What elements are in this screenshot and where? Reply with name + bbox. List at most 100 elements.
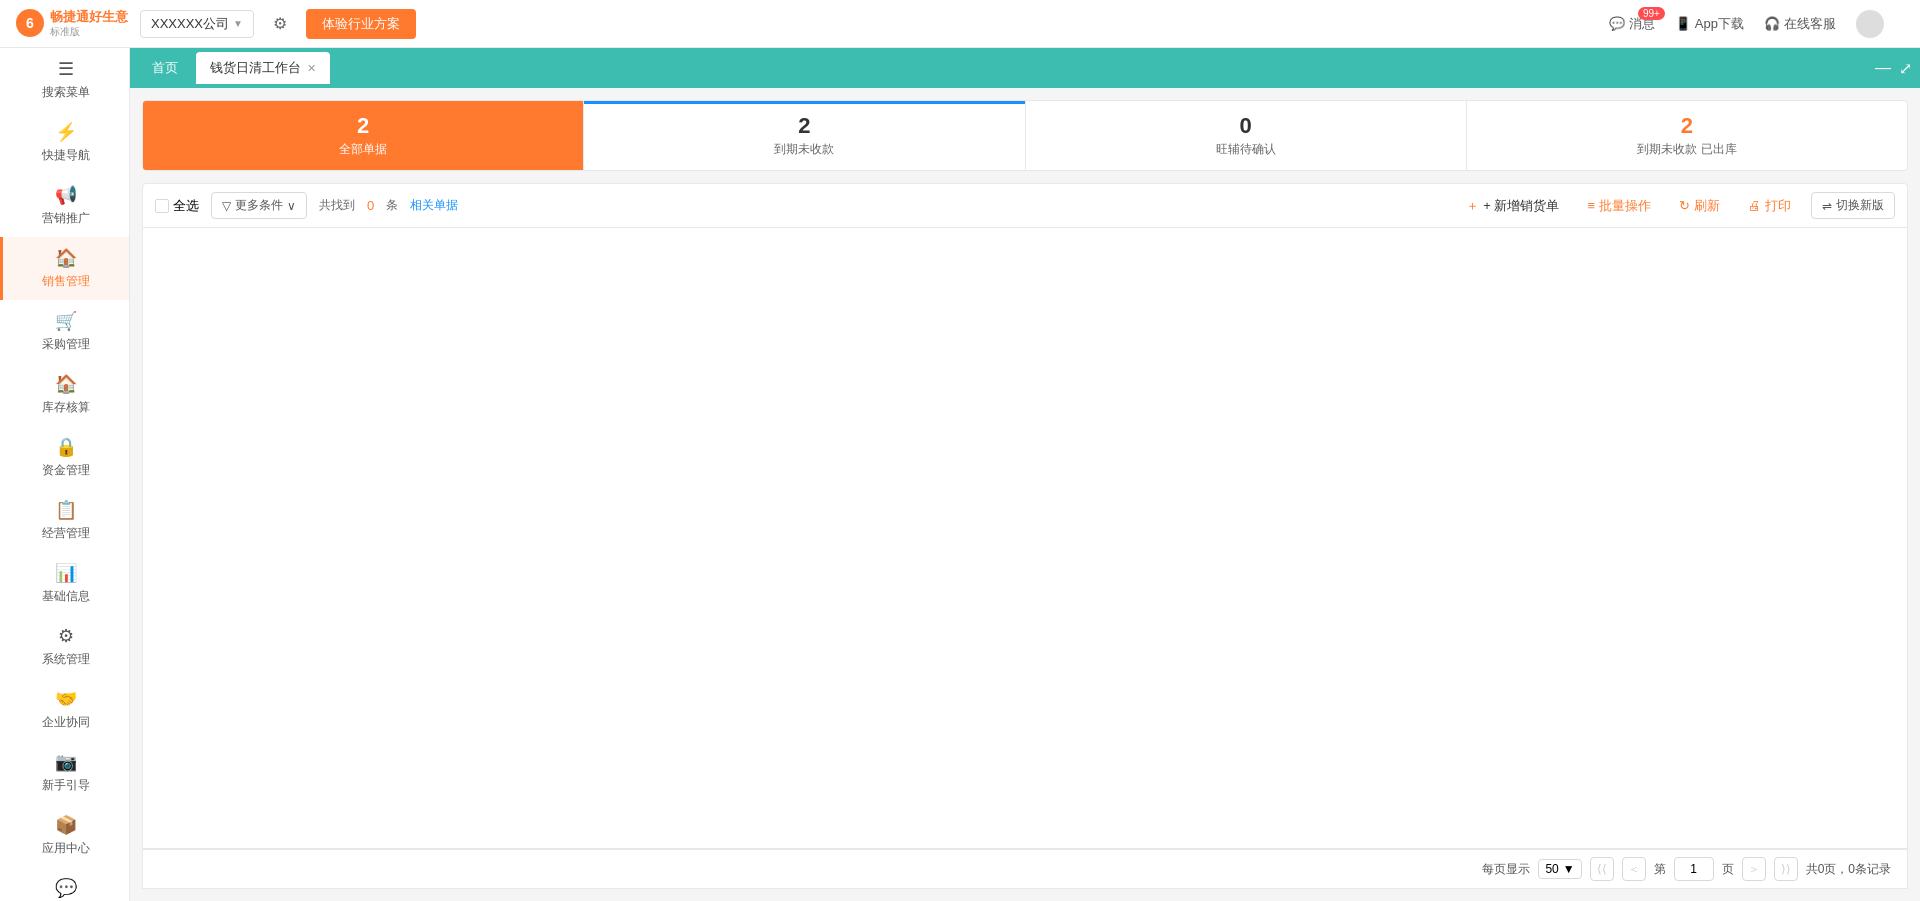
app-download-label: App下载: [1695, 15, 1744, 33]
logo-icon: 6: [16, 9, 44, 37]
sidebar-item-label: 新手引导: [42, 777, 90, 794]
service-icon: 🎧: [1764, 16, 1780, 31]
sidebar-item-label: 基础信息: [42, 588, 90, 605]
sidebar-item-label: 库存核算: [42, 399, 90, 416]
print-label: 打印: [1765, 197, 1791, 215]
page-end-label: 页: [1722, 861, 1734, 878]
summary-card-overdue-unpaid[interactable]: 2 到期未收款: [584, 101, 1025, 170]
switch-icon: ⇌: [1822, 199, 1832, 213]
per-page-chevron-icon: ▼: [1563, 862, 1575, 876]
sidebar-item-quick-nav[interactable]: ⚡ 快捷导航: [0, 111, 129, 174]
toolbar: 全选 ▽ 更多条件 ∨ 共找到 0 条 相关单据 ＋ + 新增销货单: [142, 183, 1908, 228]
sidebar-item-purchase[interactable]: 🛒 采购管理: [0, 300, 129, 363]
sidebar-item-label: 系统管理: [42, 651, 90, 668]
last-page-button[interactable]: ⟩⟩: [1774, 857, 1798, 881]
batch-btn-label: 批量操作: [1599, 197, 1651, 215]
sidebar-item-label: 经营管理: [42, 525, 90, 542]
add-btn-label: + 新增销货单: [1483, 197, 1559, 215]
tab-home[interactable]: 首页: [138, 52, 192, 84]
chevron-down-icon: ▼: [233, 18, 243, 29]
page-number-input[interactable]: [1674, 857, 1714, 881]
page-content: 2 全部单据 2 到期未收款 0 旺辅待确认 2 到期未收款 已出库: [130, 88, 1920, 901]
sidebar-item-inventory[interactable]: 🏠 库存核算: [0, 363, 129, 426]
select-all-label: 全选: [173, 197, 199, 215]
settings-button[interactable]: ⚙: [266, 10, 294, 38]
refresh-button[interactable]: ↻ 刷新: [1671, 193, 1728, 219]
card-label-unshipped: 到期未收款 已出库: [1637, 141, 1736, 158]
header-right: 💬 消息 99+ 📱 App下载 🎧 在线客服: [1609, 10, 1904, 38]
sidebar-item-weixin[interactable]: 💬 企业微信: [0, 867, 129, 901]
sidebar-item-label: 营销推广: [42, 210, 90, 227]
sidebar-item-marketing[interactable]: 📢 营销推广: [0, 174, 129, 237]
app-icon: 📱: [1675, 16, 1691, 31]
top-header: 6 畅捷通好生意 标准版 XXXXXX公司 ▼ ⚙ 体验行业方案 💬 消息 99…: [0, 0, 1920, 48]
batch-operation-button[interactable]: ≡ 批量操作: [1579, 193, 1659, 219]
summary-cards: 2 全部单据 2 到期未收款 0 旺辅待确认 2 到期未收款 已出库: [142, 100, 1908, 171]
switch-version-button[interactable]: ⇌ 切换新版: [1811, 192, 1895, 219]
print-icon: 🖨: [1748, 198, 1761, 213]
tab-bar: 首页 钱货日清工作台 ✕ — ⤢: [130, 48, 1920, 88]
message-badge: 99+: [1638, 7, 1665, 20]
related-records-button[interactable]: 相关单据: [410, 197, 458, 214]
trial-button[interactable]: 体验行业方案: [306, 9, 416, 39]
operations-icon: 📋: [55, 499, 77, 521]
logo-badge: 标准版: [50, 25, 128, 38]
select-all-checkbox[interactable]: 全选: [155, 197, 199, 215]
enterprise-icon: 🤝: [55, 688, 77, 710]
per-page-select[interactable]: 50 ▼: [1538, 859, 1581, 879]
sidebar-item-search-menu[interactable]: ☰ 搜索菜单: [0, 48, 129, 111]
quick-nav-icon: ⚡: [55, 121, 77, 143]
sidebar: ☰ 搜索菜单 ⚡ 快捷导航 📢 营销推广 🏠 销售管理 🛒 采购管理 🏠 库存核…: [0, 48, 130, 901]
header-left: 6 畅捷通好生意 标准版 XXXXXX公司 ▼ ⚙ 体验行业方案: [16, 9, 416, 39]
print-button[interactable]: 🖨 打印: [1740, 193, 1799, 219]
summary-card-all[interactable]: 2 全部单据: [143, 101, 584, 170]
online-service-label: 在线客服: [1784, 15, 1836, 33]
app-download-button[interactable]: 📱 App下载: [1675, 15, 1744, 33]
summary-card-unshipped[interactable]: 2 到期未收款 已出库: [1467, 101, 1907, 170]
sales-icon: 🏠: [55, 247, 77, 269]
sidebar-item-label: 搜索菜单: [42, 84, 90, 101]
inventory-icon: 🏠: [55, 373, 77, 395]
company-selector[interactable]: XXXXXX公司 ▼: [140, 10, 254, 38]
sidebar-item-app-center[interactable]: 📦 应用中心: [0, 804, 129, 867]
card-number-all: 2: [357, 113, 369, 139]
message-button[interactable]: 💬 消息 99+: [1609, 15, 1655, 33]
filter-count-text: 共找到: [319, 197, 355, 214]
next-page-button[interactable]: ＞: [1742, 857, 1766, 881]
table-area: [142, 228, 1908, 849]
tab-home-label: 首页: [152, 59, 178, 77]
more-filter-button[interactable]: ▽ 更多条件 ∨: [211, 192, 307, 219]
add-sales-order-button[interactable]: ＋ + 新增销货单: [1458, 193, 1567, 219]
per-page-value: 50: [1545, 862, 1558, 876]
toolbar-right: ＋ + 新增销货单 ≡ 批量操作 ↻ 刷新 🖨 打印: [1458, 192, 1895, 219]
tab-bar-right: — ⤢: [1875, 59, 1912, 78]
sidebar-item-label: 资金管理: [42, 462, 90, 479]
tab-maximize-button[interactable]: ⤢: [1899, 59, 1912, 78]
sidebar-item-enterprise[interactable]: 🤝 企业协同: [0, 678, 129, 741]
avatar[interactable]: [1856, 10, 1884, 38]
online-service-button[interactable]: 🎧 在线客服: [1764, 15, 1836, 33]
tab-close-icon[interactable]: ✕: [307, 62, 316, 75]
card-label-overdue: 到期未收款: [774, 141, 834, 158]
sidebar-item-sales[interactable]: 🏠 销售管理: [0, 237, 129, 300]
guide-icon: 📷: [55, 751, 77, 773]
weixin-icon: 💬: [55, 877, 77, 899]
sidebar-item-guide[interactable]: 📷 新手引导: [0, 741, 129, 804]
first-page-button[interactable]: ⟨⟨: [1590, 857, 1614, 881]
sidebar-item-basic-info[interactable]: 📊 基础信息: [0, 552, 129, 615]
sidebar-item-operations[interactable]: 📋 经营管理: [0, 489, 129, 552]
filter-icon: ▽: [222, 199, 231, 213]
tab-cash-daily[interactable]: 钱货日清工作台 ✕: [196, 52, 330, 84]
sidebar-item-system[interactable]: ⚙ 系统管理: [0, 615, 129, 678]
tab-minimize-button[interactable]: —: [1875, 59, 1891, 78]
summary-card-wangpu[interactable]: 0 旺辅待确认: [1026, 101, 1467, 170]
system-icon: ⚙: [58, 625, 74, 647]
card-number-wangpu: 0: [1240, 113, 1252, 139]
tab-cash-daily-label: 钱货日清工作台: [210, 59, 301, 77]
prev-page-button[interactable]: ＜: [1622, 857, 1646, 881]
sidebar-item-label: 销售管理: [42, 273, 90, 290]
sidebar-item-finance[interactable]: 🔒 资金管理: [0, 426, 129, 489]
switch-label: 切换新版: [1836, 197, 1884, 214]
sidebar-item-label: 快捷导航: [42, 147, 90, 164]
logo-area: 6 畅捷通好生意 标准版: [16, 9, 128, 39]
